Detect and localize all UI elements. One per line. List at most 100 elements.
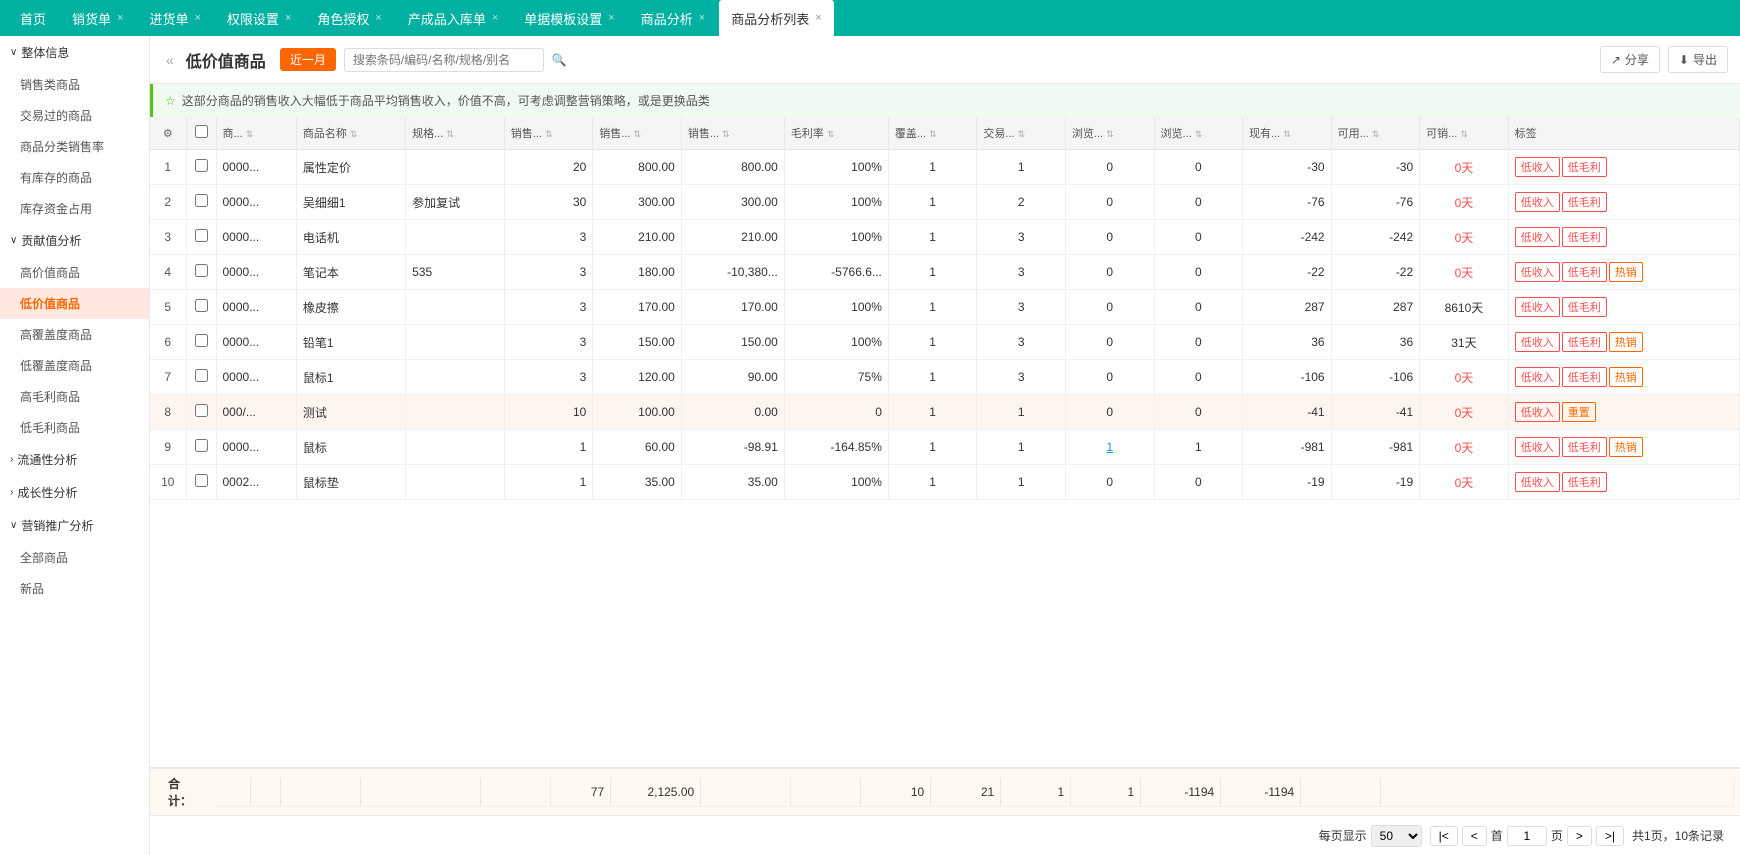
close-icon[interactable]: ×	[608, 12, 614, 24]
sidebar-item-low-value[interactable]: 低价值商品	[0, 288, 149, 319]
row-checkbox[interactable]	[195, 229, 208, 242]
tag-label: 低收入	[1515, 332, 1560, 352]
sidebar-item-traded-goods[interactable]: 交易过的商品	[0, 100, 149, 131]
row-checkbox[interactable]	[195, 159, 208, 172]
product-name: 鼠标	[303, 441, 327, 455]
main-layout: ∨ 整体信息 销售类商品 交易过的商品 商品分类销售率 有库存的商品 库存资金占…	[0, 36, 1740, 855]
col-sale-qty[interactable]: 销售... ⇅	[504, 117, 593, 150]
row-saleable-cell: 0天	[1420, 185, 1509, 220]
nav-product-analysis-list[interactable]: 商品分析列表 ×	[719, 0, 833, 36]
row-checkbox[interactable]	[195, 299, 208, 312]
row-view1-cell: 0	[1065, 290, 1154, 325]
col-coverage[interactable]: 覆盖... ⇅	[888, 117, 977, 150]
nav-home[interactable]: 首页	[8, 0, 58, 36]
nav-product-analysis[interactable]: 商品分析 ×	[629, 0, 717, 36]
sidebar-item-sales-goods[interactable]: 销售类商品	[0, 69, 149, 100]
sidebar-item-high-margin[interactable]: 高毛利商品	[0, 381, 149, 412]
sidebar-item-high-value[interactable]: 高价值商品	[0, 257, 149, 288]
col-gross-margin[interactable]: 毛利率 ⇅	[784, 117, 888, 150]
row-view1-cell: 0	[1065, 185, 1154, 220]
col-spec[interactable]: 规格... ⇅	[406, 117, 505, 150]
export-button[interactable]: ⬇ 导出	[1668, 46, 1728, 73]
available-stock: -41	[1396, 405, 1413, 419]
row-checkbox[interactable]	[195, 404, 208, 417]
row-sale-qty-cell: 3	[504, 360, 593, 395]
current-stock: -30	[1307, 160, 1324, 174]
row-checkbox[interactable]	[195, 474, 208, 487]
row-view2-cell: 0	[1154, 465, 1243, 500]
row-checkbox[interactable]	[195, 439, 208, 452]
first-page-button[interactable]: |<	[1430, 826, 1458, 846]
search-icon[interactable]: 🔍	[552, 53, 567, 67]
view1-link[interactable]: 1	[1106, 440, 1113, 454]
row-checkbox[interactable]	[195, 369, 208, 382]
row-coverage-cell: 1	[888, 325, 977, 360]
close-icon[interactable]: ×	[285, 12, 291, 24]
select-all-checkbox[interactable]	[195, 125, 208, 138]
saleable-days: 0天	[1455, 441, 1474, 455]
share-button[interactable]: ↗ 分享	[1600, 46, 1660, 73]
col-view2[interactable]: 浏览... ⇅	[1154, 117, 1243, 150]
sidebar-item-category-rate[interactable]: 商品分类销售率	[0, 131, 149, 162]
search-input[interactable]	[344, 48, 544, 72]
nav-role-auth[interactable]: 角色授权 ×	[305, 0, 393, 36]
sidebar-item-new-goods[interactable]: 新品	[0, 573, 149, 604]
col-available[interactable]: 可用... ⇅	[1331, 117, 1420, 150]
sidebar-group-circulation-title[interactable]: › 流通性分析	[0, 443, 149, 476]
nav-permission-settings[interactable]: 权限设置 ×	[215, 0, 303, 36]
close-icon[interactable]: ×	[117, 12, 123, 24]
sidebar-item-all-goods[interactable]: 全部商品	[0, 542, 149, 573]
col-sale-amount[interactable]: 销售... ⇅	[593, 117, 682, 150]
col-sale-avg[interactable]: 销售... ⇅	[681, 117, 784, 150]
sidebar-group-contribution-title[interactable]: ∨ 贡献值分析	[0, 224, 149, 257]
close-icon[interactable]: ×	[375, 12, 381, 24]
per-page-select[interactable]: 50 100 200	[1371, 825, 1422, 847]
sidebar-group-growth-title[interactable]: › 成长性分析	[0, 476, 149, 509]
sidebar-item-stocked-goods[interactable]: 有库存的商品	[0, 162, 149, 193]
close-icon[interactable]: ×	[492, 12, 498, 24]
row-checkbox[interactable]	[195, 334, 208, 347]
sidebar-item-low-margin[interactable]: 低毛利商品	[0, 412, 149, 443]
row-checkbox[interactable]	[195, 194, 208, 207]
close-icon[interactable]: ×	[815, 12, 821, 24]
sidebar-collapse-button[interactable]: «	[162, 50, 178, 70]
col-saleable[interactable]: 可销... ⇅	[1420, 117, 1509, 150]
sidebar-group-marketing-title[interactable]: ∨ 营销推广分析	[0, 509, 149, 542]
table-header-row: ⚙ 商... ⇅ 商品名称 ⇅ 规格... ⇅ 销售... ⇅ 销售... ⇅ …	[150, 117, 1740, 150]
col-code[interactable]: 商... ⇅	[216, 117, 296, 150]
trade-count: 2	[1018, 195, 1025, 209]
sidebar-item-high-coverage[interactable]: 高覆盖度商品	[0, 319, 149, 350]
prev-page-button[interactable]: <	[1462, 826, 1487, 846]
close-icon[interactable]: ×	[699, 12, 705, 24]
row-trade-cell: 1	[977, 430, 1066, 465]
nav-purchase-order[interactable]: 进货单 ×	[137, 0, 212, 36]
row-settings-cell: 6	[150, 325, 186, 360]
col-settings[interactable]: ⚙	[150, 117, 186, 150]
last-page-button[interactable]: >|	[1596, 826, 1624, 846]
tag-label: 低收入	[1515, 297, 1560, 317]
page-number-input[interactable]	[1507, 826, 1547, 846]
row-checkbox[interactable]	[195, 264, 208, 277]
col-view1[interactable]: 浏览... ⇅	[1065, 117, 1154, 150]
col-current-stock[interactable]: 现有... ⇅	[1243, 117, 1332, 150]
close-icon[interactable]: ×	[194, 12, 200, 24]
col-trade[interactable]: 交易... ⇅	[977, 117, 1066, 150]
sale-avg: 170.00	[741, 300, 778, 314]
nav-product-storage[interactable]: 产成品入库单 ×	[396, 0, 510, 36]
row-view1-cell: 0	[1065, 465, 1154, 500]
row-available-cell: -41	[1331, 395, 1420, 430]
trade-count: 3	[1018, 335, 1025, 349]
gross-margin: 100%	[851, 160, 882, 174]
coverage: 1	[929, 300, 936, 314]
next-page-button[interactable]: >	[1567, 826, 1592, 846]
row-view2-cell: 0	[1154, 220, 1243, 255]
nav-sales-order[interactable]: 销货单 ×	[60, 0, 135, 36]
col-name[interactable]: 商品名称 ⇅	[296, 117, 405, 150]
sidebar-group-overview-title[interactable]: ∨ 整体信息	[0, 36, 149, 69]
chevron-down-icon: ∨	[10, 47, 17, 58]
current-stock: -22	[1307, 265, 1324, 279]
nav-template-settings[interactable]: 单据模板设置 ×	[512, 0, 626, 36]
sidebar-item-low-coverage[interactable]: 低覆盖度商品	[0, 350, 149, 381]
sidebar-item-stock-capital[interactable]: 库存资金占用	[0, 193, 149, 224]
time-filter-button[interactable]: 近一月	[280, 48, 336, 71]
